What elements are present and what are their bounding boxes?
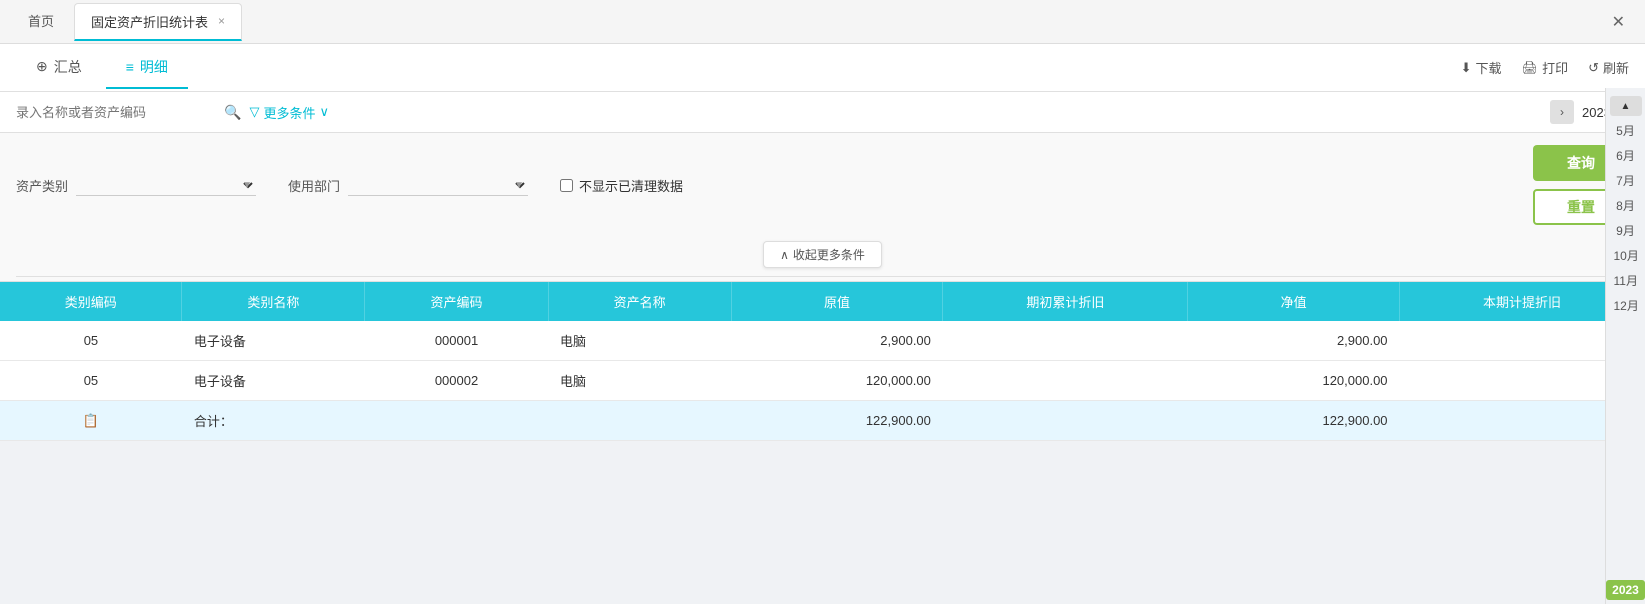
content-area: ⊕ 汇总 ≡ 明细 ⬇ 下载 🖨 打印 ↺ 刷: [0, 44, 1645, 604]
subtotal-label: 合计：: [182, 401, 731, 441]
cell-accum-depr: [943, 361, 1188, 401]
col-header-net-value: 净值: [1188, 282, 1400, 321]
cell-net-value: 2,900.00: [1188, 321, 1400, 361]
hide-cleared-group: 不显示已清理数据: [560, 176, 683, 195]
cell-accum-depr: [943, 321, 1188, 361]
asset-category-group: 资产类别: [16, 174, 256, 196]
collapse-row: ∧ 收起更多条件: [16, 233, 1629, 277]
asset-category-select[interactable]: [76, 174, 256, 196]
filter-row: 资产类别 使用部门: [16, 145, 1629, 225]
download-icon: ⬇: [1461, 60, 1472, 76]
download-label: 下载: [1476, 58, 1502, 77]
sidebar-month-item[interactable]: 9月: [1608, 218, 1644, 243]
collapse-button[interactable]: ∧ 收起更多条件: [763, 241, 882, 268]
hide-cleared-label: 不显示已清理数据: [579, 176, 683, 195]
subtotal-icon: 📋: [0, 401, 182, 441]
detail-icon: ≡: [126, 59, 134, 75]
data-table: 类别编码 类别名称 资产编码 资产名称 原值 期初累计折旧 净值 本期计提折旧 …: [0, 282, 1645, 441]
cell-asset-code: 000001: [365, 321, 548, 361]
cell-net-value: 120,000.00: [1188, 361, 1400, 401]
tab-close-icon[interactable]: ×: [218, 14, 225, 28]
sidebar-month-item[interactable]: 8月: [1608, 193, 1644, 218]
department-group: 使用部门: [288, 174, 528, 196]
col-header-asset-code: 资产编码: [365, 282, 548, 321]
nav-arrow-right[interactable]: ›: [1550, 100, 1574, 124]
department-select-wrap: [348, 174, 528, 196]
cell-asset-name: 电脑: [548, 321, 731, 361]
sidebar-scroll-up[interactable]: ▲: [1610, 96, 1642, 116]
more-filter-label: 更多条件: [263, 103, 315, 122]
print-label: 打印: [1542, 58, 1568, 77]
tab-detail-label: 明细: [140, 57, 168, 77]
filter-icon: ▽: [249, 104, 259, 120]
toolbar-right: ⬇ 下载 🖨 打印 ↺ 刷新: [1461, 58, 1629, 77]
tab-summary-label: 汇总: [54, 57, 82, 77]
hide-cleared-checkbox[interactable]: [560, 179, 573, 192]
col-header-accum-depr: 期初累计折旧: [943, 282, 1188, 321]
sidebar-month-item[interactable]: 7月: [1608, 168, 1644, 193]
right-sidebar: ▲ 5月6月7月8月9月10月11月12月 2023: [1605, 88, 1645, 604]
sub-tabs: ⊕ 汇总 ≡ 明细: [16, 47, 188, 89]
subtotal-accum-depr: [943, 401, 1188, 441]
sidebar-month-item[interactable]: 5月: [1608, 118, 1644, 143]
cell-original: 120,000.00: [731, 361, 943, 401]
chevron-down-icon: ∨: [319, 104, 329, 120]
print-icon: 🖨: [1522, 60, 1539, 76]
refresh-icon: ↺: [1588, 60, 1599, 76]
tab-bar: 首页 固定资产折旧统计表 × ✕: [0, 0, 1645, 44]
cell-category-code: 05: [0, 361, 182, 401]
collapse-icon: ∧: [780, 248, 789, 262]
tab-active[interactable]: 固定资产折旧统计表 ×: [74, 3, 242, 41]
sidebar-year-badge: 2023: [1606, 580, 1645, 600]
table-row: 05 电子设备 000001 电脑 2,900.00 2,900.00: [0, 321, 1645, 361]
sidebar-month-item[interactable]: 6月: [1608, 143, 1644, 168]
col-header-category-code: 类别编码: [0, 282, 182, 321]
sidebar-month-item[interactable]: 11月: [1608, 268, 1644, 293]
active-tab-label: 固定资产折旧统计表: [91, 12, 208, 31]
window-close-button[interactable]: ✕: [1604, 8, 1633, 36]
col-header-original: 原值: [731, 282, 943, 321]
sidebar-month-item[interactable]: 10月: [1608, 243, 1644, 268]
cell-category-name: 电子设备: [182, 361, 365, 401]
tab-detail[interactable]: ≡ 明细: [106, 47, 188, 89]
filter-area: 资产类别 使用部门: [0, 133, 1645, 282]
table-header-row: 类别编码 类别名称 资产编码 资产名称 原值 期初累计折旧 净值 本期计提折旧: [0, 282, 1645, 321]
department-label: 使用部门: [288, 176, 340, 195]
tab-summary[interactable]: ⊕ 汇总: [16, 47, 102, 89]
cell-asset-name: 电脑: [548, 361, 731, 401]
refresh-button[interactable]: ↺ 刷新: [1588, 58, 1629, 77]
col-header-asset-name: 资产名称: [548, 282, 731, 321]
department-select[interactable]: [348, 174, 528, 196]
search-input[interactable]: [16, 105, 216, 120]
download-button[interactable]: ⬇ 下载: [1461, 58, 1502, 77]
subtotal-row: 📋 合计： 122,900.00 122,900.00: [0, 401, 1645, 441]
asset-category-label: 资产类别: [16, 176, 68, 195]
collapse-label: 收起更多条件: [793, 246, 865, 263]
cell-original: 2,900.00: [731, 321, 943, 361]
more-filter-button[interactable]: ▽ 更多条件 ∨: [249, 103, 329, 122]
subtotal-net-value: 122,900.00: [1188, 401, 1400, 441]
table-row: 05 电子设备 000002 电脑 120,000.00 120,000.00: [0, 361, 1645, 401]
subtotal-original: 122,900.00: [731, 401, 943, 441]
col-header-category-name: 类别名称: [182, 282, 365, 321]
cell-asset-code: 000002: [365, 361, 548, 401]
refresh-label: 刷新: [1603, 58, 1629, 77]
tab-home[interactable]: 首页: [12, 3, 70, 40]
summary-icon: ⊕: [36, 58, 48, 75]
sub-tab-bar: ⊕ 汇总 ≡ 明细 ⬇ 下载 🖨 打印 ↺ 刷: [0, 44, 1645, 92]
table-wrap: 类别编码 类别名称 资产编码 资产名称 原值 期初累计折旧 净值 本期计提折旧 …: [0, 282, 1645, 604]
cell-category-name: 电子设备: [182, 321, 365, 361]
asset-category-select-wrap: [76, 174, 256, 196]
search-icon[interactable]: 🔍: [224, 104, 241, 121]
print-button[interactable]: 🖨 打印: [1522, 58, 1569, 77]
cell-category-code: 05: [0, 321, 182, 361]
search-bar: 🔍 ▽ 更多条件 ∨ › 2023.01: [0, 92, 1645, 133]
main-content: ⊕ 汇总 ≡ 明细 ⬇ 下载 🖨 打印 ↺ 刷: [0, 44, 1645, 604]
sidebar-months: 5月6月7月8月9月10月11月12月: [1608, 118, 1644, 318]
sidebar-month-item[interactable]: 12月: [1608, 293, 1644, 318]
